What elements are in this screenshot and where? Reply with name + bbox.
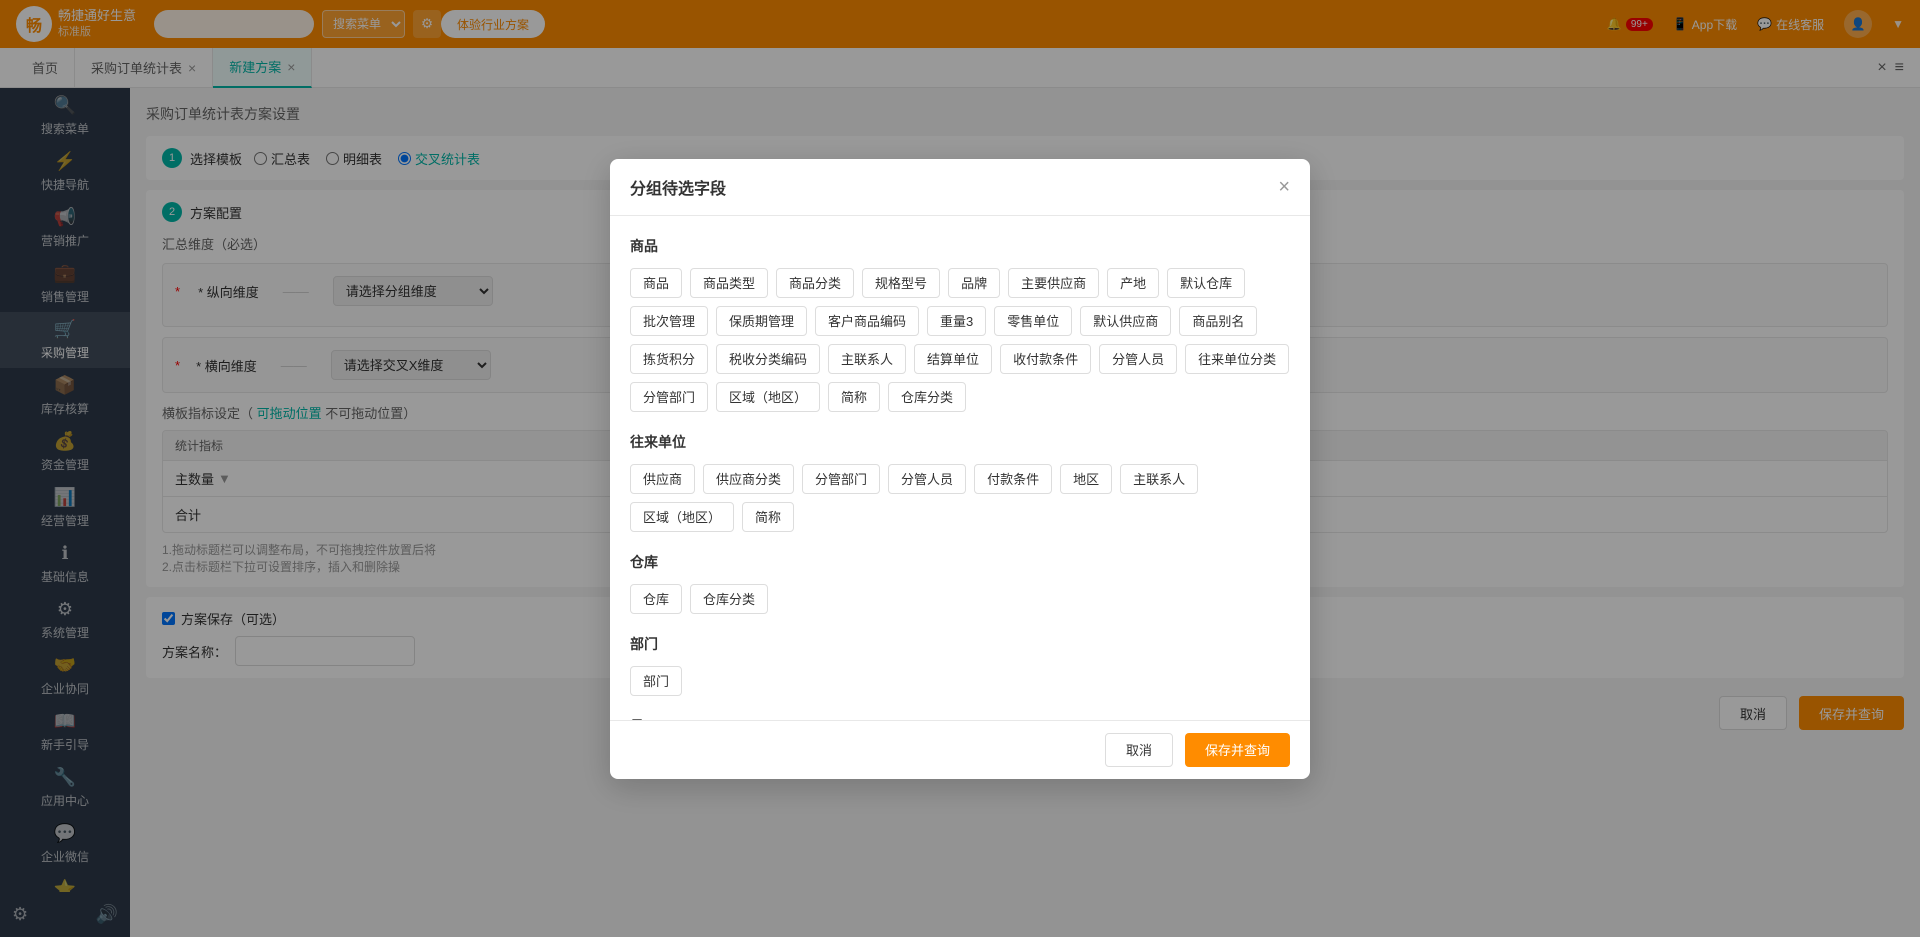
field-section-1: 往来单位供应商供应商分类分管部门分管人员付款条件地区主联系人区域（地区） 简称 (630, 432, 1290, 532)
field-tag-0-17[interactable]: 主联系人 (828, 344, 906, 374)
modal-overlay: 分组待选字段 × 商品商品商品类型商品分类规格型号品牌主要供应商产地默认仓库批次… (0, 0, 1920, 937)
field-tag-0-10[interactable]: 客户商品编码 (815, 306, 919, 336)
field-tag-0-7[interactable]: 默认仓库 (1167, 268, 1245, 298)
modal-body: 商品商品商品类型商品分类规格型号品牌主要供应商产地默认仓库批次管理保质期管理客户… (610, 216, 1310, 720)
field-section-2: 仓库仓库仓库分类 (630, 552, 1290, 614)
field-tag-0-21[interactable]: 往来单位分类 (1185, 344, 1289, 374)
field-tag-0-13[interactable]: 默认供应商 (1080, 306, 1171, 336)
field-tag-1-8[interactable]: 简称 (742, 502, 794, 532)
field-tag-0-9[interactable]: 保质期管理 (716, 306, 807, 336)
field-tag-0-11[interactable]: 重量3 (927, 306, 986, 336)
modal-title: 分组待选字段 (630, 175, 726, 199)
field-tag-0-20[interactable]: 分管人员 (1099, 344, 1177, 374)
field-tag-0-2[interactable]: 商品分类 (776, 268, 854, 298)
field-section-3: 部门部门 (630, 634, 1290, 696)
field-tag-0-22[interactable]: 分管部门 (630, 382, 708, 412)
field-section-title-0: 商品 (630, 236, 1290, 256)
field-grid-2: 仓库仓库分类 (630, 584, 1290, 614)
field-tag-0-25[interactable]: 仓库分类 (888, 382, 966, 412)
field-tag-1-2[interactable]: 分管部门 (802, 464, 880, 494)
field-tag-1-6[interactable]: 主联系人 (1120, 464, 1198, 494)
field-tag-1-4[interactable]: 付款条件 (974, 464, 1052, 494)
field-tag-0-4[interactable]: 品牌 (948, 268, 1000, 298)
field-tag-0-0[interactable]: 商品 (630, 268, 682, 298)
field-tag-1-3[interactable]: 分管人员 (888, 464, 966, 494)
modal-dialog: 分组待选字段 × 商品商品商品类型商品分类规格型号品牌主要供应商产地默认仓库批次… (610, 159, 1310, 779)
field-grid-1: 供应商供应商分类分管部门分管人员付款条件地区主联系人区域（地区） 简称 (630, 464, 1290, 532)
field-section-title-3: 部门 (630, 634, 1290, 654)
field-tag-1-1[interactable]: 供应商分类 (703, 464, 794, 494)
field-tag-0-5[interactable]: 主要供应商 (1008, 268, 1099, 298)
field-tag-0-8[interactable]: 批次管理 (630, 306, 708, 336)
field-tag-0-14[interactable]: 商品别名 (1179, 306, 1257, 336)
field-tag-0-3[interactable]: 规格型号 (862, 268, 940, 298)
field-tag-0-12[interactable]: 零售单位 (994, 306, 1072, 336)
field-grid-0: 商品商品类型商品分类规格型号品牌主要供应商产地默认仓库批次管理保质期管理客户商品… (630, 268, 1290, 412)
field-tag-0-18[interactable]: 结算单位 (914, 344, 992, 374)
field-tag-0-1[interactable]: 商品类型 (690, 268, 768, 298)
field-tag-3-0[interactable]: 部门 (630, 666, 682, 696)
field-tag-0-15[interactable]: 拣货积分 (630, 344, 708, 374)
field-section-0: 商品商品商品类型商品分类规格型号品牌主要供应商产地默认仓库批次管理保质期管理客户… (630, 236, 1290, 412)
field-section-title-1: 往来单位 (630, 432, 1290, 452)
modal-close-button[interactable]: × (1278, 177, 1290, 197)
field-grid-3: 部门 (630, 666, 1290, 696)
field-tag-0-23[interactable]: 区域（地区） (716, 382, 820, 412)
field-tag-1-5[interactable]: 地区 (1060, 464, 1112, 494)
modal-cancel-button[interactable]: 取消 (1105, 733, 1173, 767)
modal-confirm-button[interactable]: 保存并查询 (1185, 733, 1290, 767)
modal-footer: 取消 保存并查询 (610, 720, 1310, 779)
field-tag-0-6[interactable]: 产地 (1107, 268, 1159, 298)
field-tag-1-7[interactable]: 区域（地区） (630, 502, 734, 532)
modal-header: 分组待选字段 × (610, 159, 1310, 216)
field-tag-0-24[interactable]: 简称 (828, 382, 880, 412)
field-tag-2-1[interactable]: 仓库分类 (690, 584, 768, 614)
field-section-title-2: 仓库 (630, 552, 1290, 572)
field-tag-0-16[interactable]: 税收分类编码 (716, 344, 820, 374)
field-tag-1-0[interactable]: 供应商 (630, 464, 695, 494)
field-tag-2-0[interactable]: 仓库 (630, 584, 682, 614)
field-tag-0-19[interactable]: 收付款条件 (1000, 344, 1091, 374)
